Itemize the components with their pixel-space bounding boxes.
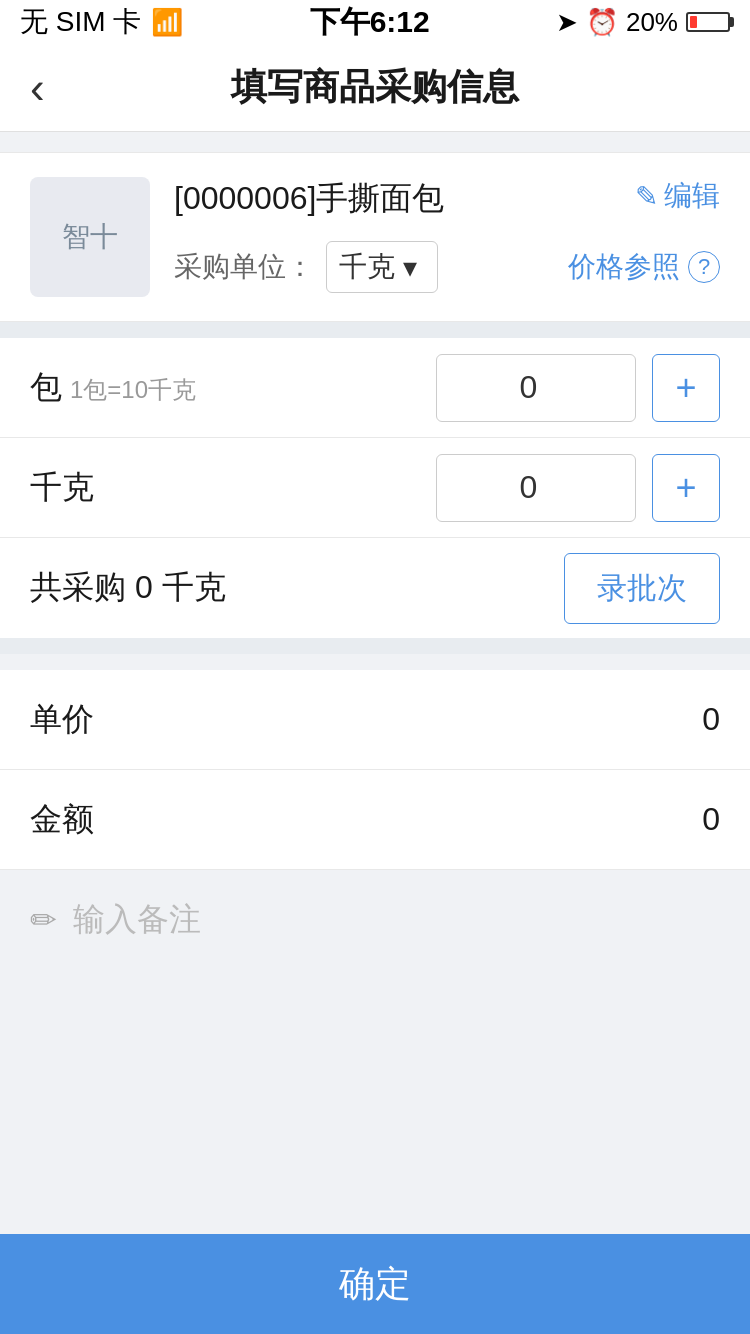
- pack-label: 包1包=10千克: [30, 366, 196, 410]
- page-title: 填写商品采购信息: [231, 63, 519, 112]
- kg-field-wrap: +: [190, 454, 720, 522]
- product-thumbnail: 智十: [30, 177, 150, 297]
- input-section: 包1包=10千克 + 千克 +: [0, 338, 750, 538]
- remark-placeholder: 输入备注: [73, 898, 201, 942]
- info-section: 单价 0 金额 0: [0, 670, 750, 870]
- unit-row: 采购单位： 千克 ▾ 价格参照 ?: [174, 241, 720, 293]
- kg-label: 千克: [30, 466, 190, 510]
- remark-section[interactable]: ✏ 输入备注: [0, 870, 750, 970]
- status-bar: 无 SIM 卡 📶 下午6:12 ➤ ⏰ 20%: [0, 0, 750, 44]
- status-left: 无 SIM 卡 📶: [20, 3, 183, 41]
- nav-bar: ‹ 填写商品采购信息: [0, 44, 750, 132]
- pack-plus-button[interactable]: +: [652, 354, 720, 422]
- amount-row: 金额 0: [0, 770, 750, 870]
- edit-button[interactable]: ✎ 编辑: [635, 177, 720, 215]
- pack-input-row: 包1包=10千克 +: [0, 338, 750, 438]
- pack-input[interactable]: [436, 354, 636, 422]
- kg-input-row: 千克 +: [0, 438, 750, 538]
- status-right: ➤ ⏰ 20%: [556, 7, 730, 38]
- product-card: 智十 [0000006]手撕面包 ✎ 编辑 采购单位： 千克 ▾ 价格参照 ?: [0, 152, 750, 322]
- pack-note: 1包=10千克: [70, 376, 196, 403]
- wifi-icon: 📶: [151, 7, 183, 38]
- location-icon: ➤: [556, 7, 578, 38]
- amount-value: 0: [702, 801, 720, 838]
- unit-info: 采购单位： 千克 ▾: [174, 241, 438, 293]
- status-time: 下午6:12: [310, 2, 430, 43]
- alarm-icon: ⏰: [586, 7, 618, 38]
- product-name-row: [0000006]手撕面包 ✎ 编辑: [174, 177, 720, 221]
- edit-label: 编辑: [664, 177, 720, 215]
- divider-1: [0, 322, 750, 338]
- product-info: [0000006]手撕面包 ✎ 编辑 采购单位： 千克 ▾ 价格参照 ?: [174, 177, 720, 293]
- amount-label: 金额: [30, 798, 94, 842]
- unit-label: 采购单位：: [174, 248, 314, 286]
- edit-icon: ✎: [635, 180, 658, 213]
- pencil-icon: ✏: [30, 901, 57, 939]
- product-name: [0000006]手撕面包: [174, 177, 635, 221]
- summary-row: 共采购 0 千克 录批次: [0, 538, 750, 638]
- kg-input[interactable]: [436, 454, 636, 522]
- pack-field-wrap: +: [196, 354, 720, 422]
- confirm-button[interactable]: 确定: [0, 1234, 750, 1334]
- divider-2: [0, 638, 750, 654]
- kg-plus-button[interactable]: +: [652, 454, 720, 522]
- help-icon: ?: [688, 251, 720, 283]
- product-thumb-text: 智十: [62, 220, 118, 254]
- unit-price-value: 0: [702, 701, 720, 738]
- chevron-down-icon: ▾: [403, 251, 417, 284]
- record-batch-button[interactable]: 录批次: [564, 553, 720, 624]
- sim-label: 无 SIM 卡: [20, 3, 141, 41]
- battery-icon: [686, 12, 730, 32]
- unit-value: 千克: [339, 248, 395, 286]
- summary-text: 共采购 0 千克: [30, 566, 226, 610]
- price-ref-button[interactable]: 价格参照 ?: [568, 248, 720, 286]
- back-button[interactable]: ‹: [30, 63, 45, 113]
- unit-price-row: 单价 0: [0, 670, 750, 770]
- battery-percent: 20%: [626, 7, 678, 38]
- unit-select[interactable]: 千克 ▾: [326, 241, 438, 293]
- price-ref-label: 价格参照: [568, 248, 680, 286]
- unit-price-label: 单价: [30, 698, 94, 742]
- content-padding: [0, 970, 750, 1250]
